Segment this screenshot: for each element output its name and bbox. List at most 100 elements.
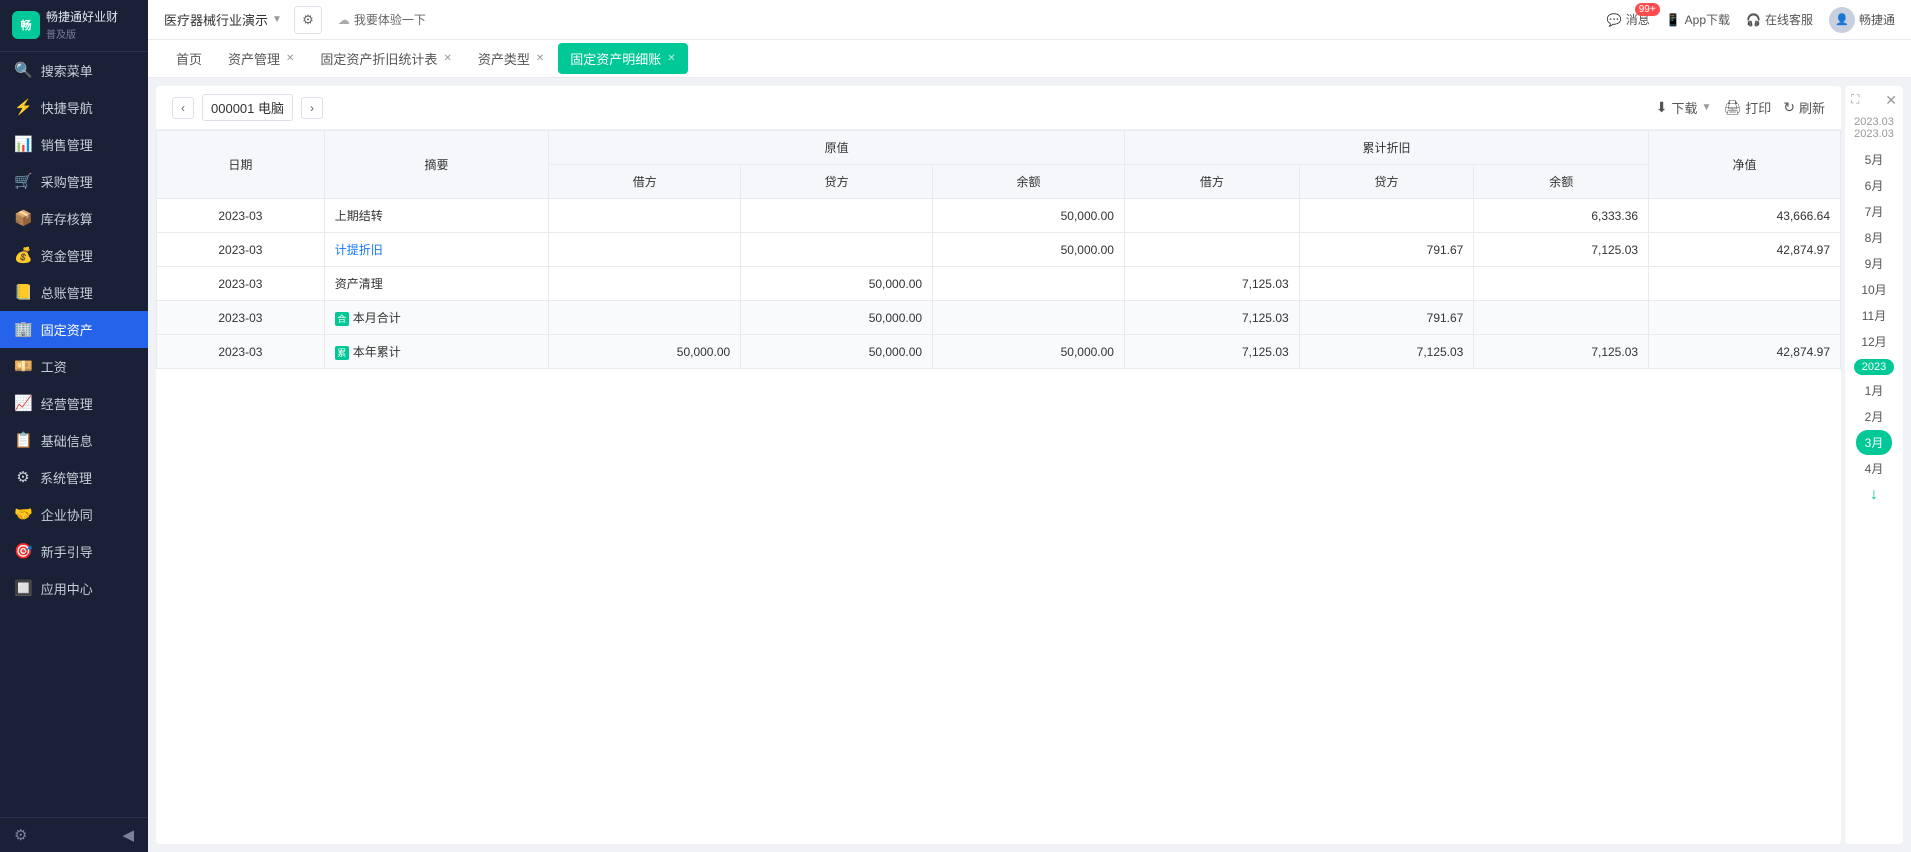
- sidebar-item-app-center[interactable]: 🔲 应用中心: [0, 570, 148, 607]
- system-icon: ⚙: [14, 468, 32, 486]
- tab-asset-type[interactable]: 资产类型 ✕: [466, 43, 556, 74]
- tab-fixed-detail-label: 固定资产明细账: [570, 49, 661, 68]
- timeline-month[interactable]: 6月: [1856, 173, 1892, 198]
- timeline-month[interactable]: 11月: [1856, 303, 1892, 328]
- timeline-month[interactable]: 3月: [1856, 430, 1892, 455]
- table-cell-net: [1649, 267, 1841, 301]
- timeline-month[interactable]: 8月: [1856, 225, 1892, 250]
- sidebar-item-fixed-assets[interactable]: 🏢 固定资产: [0, 311, 148, 348]
- table-cell-orig-credit: 50,000.00: [741, 335, 933, 369]
- avatar: 👤: [1829, 7, 1855, 33]
- sidebar-item-capital[interactable]: 💰 资金管理: [0, 237, 148, 274]
- table-cell-dep-credit: [1299, 267, 1474, 301]
- timeline-expand-button[interactable]: ⛶: [1851, 92, 1859, 107]
- timeline-month[interactable]: 7月: [1856, 199, 1892, 224]
- refresh-button[interactable]: ↻ 刷新: [1783, 98, 1825, 117]
- capital-icon: 💰: [14, 246, 33, 264]
- timeline-month[interactable]: 9月: [1856, 251, 1892, 276]
- col-desc: 摘要: [324, 131, 548, 199]
- sales-icon: 📊: [14, 135, 33, 153]
- detail-table: 日期 摘要 原值 累计折旧 净值 借方 贷方 余额 借方 贷方 余额: [156, 130, 1841, 369]
- download-button[interactable]: 📱 App下载: [1666, 11, 1730, 28]
- company-selector[interactable]: 医疗器械行业演示 ▼: [164, 10, 282, 29]
- download-arrow-icon: ▼: [1702, 102, 1712, 113]
- topbar-settings-button[interactable]: ⚙: [294, 6, 322, 34]
- timeline-month[interactable]: 5月: [1856, 147, 1892, 172]
- table-cell-orig-debit: 50,000.00: [549, 335, 741, 369]
- sidebar-item-ledger[interactable]: 📒 总账管理: [0, 274, 148, 311]
- user-info[interactable]: 👤 畅捷通: [1829, 7, 1895, 33]
- table-cell-dep-balance: [1474, 267, 1649, 301]
- table-cell-net: [1649, 301, 1841, 335]
- timeline-top-date1: 2023.03: [1854, 116, 1894, 128]
- tab-asset-manage[interactable]: 资产管理 ✕: [216, 43, 306, 74]
- tab-fixed-detail-close[interactable]: ✕: [667, 53, 675, 64]
- table-cell-dep-credit: 791.67: [1299, 233, 1474, 267]
- topbar-right: 💬 消息 99+ 📱 App下载 🎧 在线客服 👤 畅捷通: [1607, 7, 1895, 33]
- tab-home[interactable]: 首页: [164, 43, 214, 74]
- tab-fixed-depreciation[interactable]: 固定资产折旧统计表 ✕: [308, 43, 463, 74]
- timeline-month[interactable]: 1月: [1856, 378, 1892, 403]
- guide-icon: 🎯: [14, 542, 33, 560]
- col-orig-credit: 贷方: [741, 165, 933, 199]
- col-group-orig: 原值: [549, 131, 1125, 165]
- download-icon: 📱: [1666, 13, 1681, 27]
- sidebar-item-label: 总账管理: [41, 283, 93, 302]
- trial-button[interactable]: ☁ 我要体验一下: [338, 11, 426, 28]
- sidebar-item-label: 新手引导: [41, 542, 93, 561]
- sidebar-item-label: 快捷导航: [41, 98, 93, 117]
- table-cell-orig-balance: 50,000.00: [933, 233, 1125, 267]
- content-wrapper: ‹ 000001 电脑 › ⬇ 下载 ▼ 🖨 打印 ↻ 刷新: [148, 78, 1911, 852]
- app-center-icon: 🔲: [14, 579, 33, 597]
- service-button[interactable]: 🎧 在线客服: [1746, 11, 1813, 28]
- table-cell-orig-balance: [933, 301, 1125, 335]
- search-icon: 🔍: [14, 61, 33, 79]
- table-cell-orig-debit: [549, 199, 741, 233]
- asset-next-button[interactable]: ›: [301, 97, 323, 119]
- sidebar-item-payroll[interactable]: 💴 工资: [0, 348, 148, 385]
- timeline-month[interactable]: 12月: [1856, 329, 1892, 354]
- table-cell-orig-credit: [741, 199, 933, 233]
- table-cell-dep-debit: [1124, 233, 1299, 267]
- sidebar-item-label: 销售管理: [41, 135, 93, 154]
- sidebar-item-enterprise[interactable]: 🤝 企业协同: [0, 496, 148, 533]
- sidebar-item-purchase[interactable]: 🛒 采购管理: [0, 163, 148, 200]
- sidebar-item-guide[interactable]: 🎯 新手引导: [0, 533, 148, 570]
- settings-bottom-icon[interactable]: ⚙: [14, 826, 27, 844]
- tab-asset-manage-close[interactable]: ✕: [286, 53, 294, 64]
- sidebar-item-sales[interactable]: 📊 销售管理: [0, 126, 148, 163]
- timeline-close-button[interactable]: ✕: [1885, 92, 1897, 109]
- col-group-dep: 累计折旧: [1124, 131, 1648, 165]
- sidebar-item-label: 资金管理: [41, 246, 93, 265]
- timeline-month[interactable]: 4月: [1856, 456, 1892, 481]
- message-button[interactable]: 💬 消息 99+: [1607, 11, 1650, 28]
- sidebar-item-operation[interactable]: 📈 经营管理: [0, 385, 148, 422]
- table-container: 日期 摘要 原值 累计折旧 净值 借方 贷方 余额 借方 贷方 余额: [156, 130, 1841, 844]
- timeline-month[interactable]: 2月: [1856, 404, 1892, 429]
- asset-prev-button[interactable]: ‹: [172, 97, 194, 119]
- print-button[interactable]: 🖨 打印: [1723, 98, 1771, 117]
- table-cell-date: 2023-03: [157, 267, 325, 301]
- sidebar-item-label: 应用中心: [41, 579, 93, 598]
- download-button[interactable]: ⬇ 下载 ▼: [1656, 98, 1712, 117]
- sidebar-item-quick-nav[interactable]: ⚡ 快捷导航: [0, 89, 148, 126]
- sidebar-item-label: 系统管理: [40, 468, 92, 487]
- lightning-icon: ⚡: [14, 98, 33, 116]
- table-cell-orig-credit: [741, 233, 933, 267]
- tab-fixed-depreciation-close[interactable]: ✕: [443, 53, 451, 64]
- download-icon: ⬇: [1656, 99, 1668, 116]
- timeline-scroll-down[interactable]: ↓: [1870, 486, 1878, 504]
- tab-asset-type-close[interactable]: ✕: [536, 53, 544, 64]
- collapse-icon[interactable]: ◀: [122, 826, 134, 844]
- table-cell-orig-balance: 50,000.00: [933, 335, 1125, 369]
- sidebar-item-system[interactable]: ⚙ 系统管理: [0, 459, 148, 496]
- table-cell-date: 2023-03: [157, 233, 325, 267]
- asset-nav-actions: ⬇ 下载 ▼ 🖨 打印 ↻ 刷新: [1656, 98, 1825, 117]
- table-cell-orig-balance: 50,000.00: [933, 199, 1125, 233]
- sidebar-item-basic-info[interactable]: 📋 基础信息: [0, 422, 148, 459]
- basic-info-icon: 📋: [14, 431, 33, 449]
- sidebar-item-search[interactable]: 🔍 搜索菜单: [0, 52, 148, 89]
- timeline-month[interactable]: 10月: [1856, 277, 1892, 302]
- sidebar-item-inventory[interactable]: 📦 库存核算: [0, 200, 148, 237]
- tab-fixed-detail[interactable]: 固定资产明细账 ✕: [558, 43, 687, 74]
